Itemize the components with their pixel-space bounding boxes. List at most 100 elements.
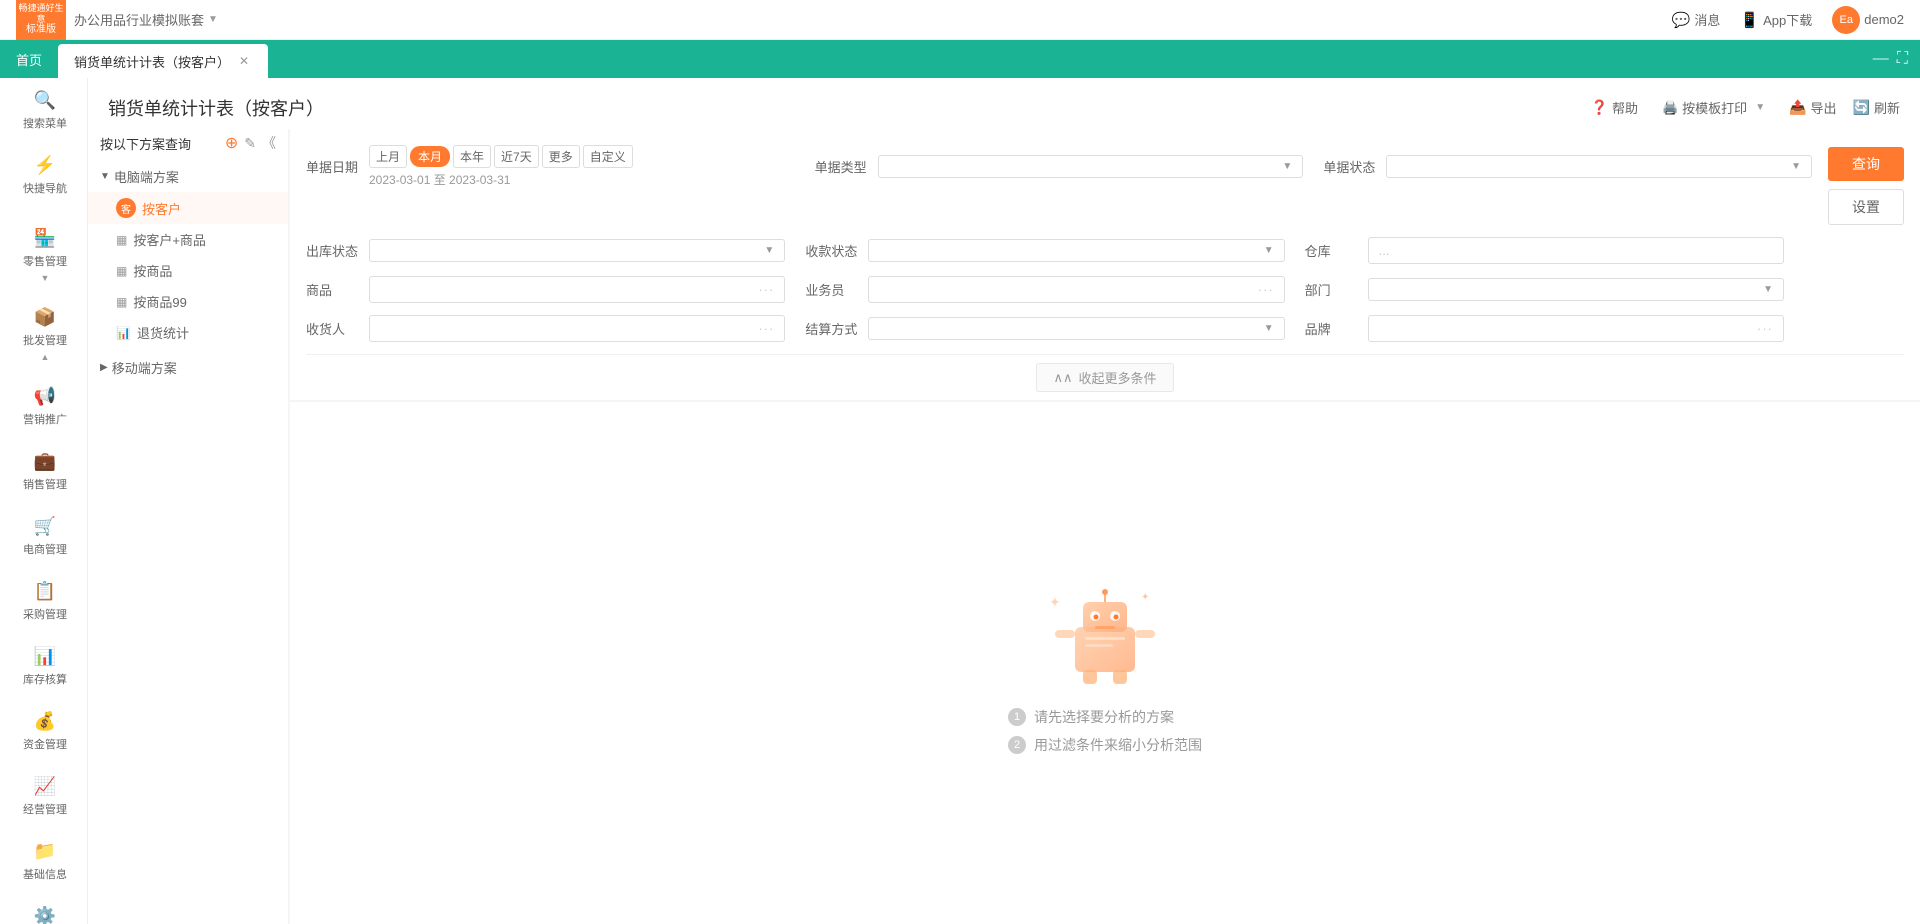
desktop-section-label: 电脑端方案: [114, 167, 179, 186]
by-goods-99-label: 按商品99: [133, 292, 186, 311]
scheme-section-desktop-title[interactable]: ▼ 电脑端方案: [88, 161, 288, 192]
tab-minimize-icon[interactable]: —: [1873, 50, 1889, 68]
receipt-status-label: 收款状态: [805, 241, 860, 260]
scheme-item-return-stat[interactable]: 📊 退货统计: [88, 317, 288, 348]
query-button[interactable]: 查询: [1828, 147, 1904, 181]
scheme-section-mobile-title[interactable]: ▶ 移动端方案: [88, 352, 288, 383]
empty-state: ✦ ✦ 1 请先选择要分析的方案 2 用过滤条件来缩小分析范围: [290, 402, 1920, 924]
filter-cell-brand: 品牌 ···: [1305, 315, 1784, 342]
receiver-control[interactable]: ···: [369, 315, 785, 342]
shortcut-custom[interactable]: 自定义: [583, 145, 633, 168]
user-profile[interactable]: Ea demo2: [1832, 6, 1904, 34]
sidebar-item-basic[interactable]: 📁 基础信息: [0, 829, 87, 894]
filter-cell-warehouse: 仓库 ...: [1305, 237, 1784, 264]
tab-sales-stat[interactable]: 销货单统计计表（按客户） ✕: [58, 44, 268, 78]
receipt-status-control[interactable]: ▼: [868, 239, 1284, 262]
doc-type-control[interactable]: ▼: [878, 155, 1304, 178]
message-label: 消息: [1694, 10, 1720, 29]
sidebar-item-search-menu[interactable]: 🔍 搜索菜单: [0, 78, 87, 143]
date-picker-group: 上月 本月 本年 近7天 更多 自定义 2023-03-01 至 2023-03…: [369, 145, 633, 188]
goods-control[interactable]: ···: [369, 276, 785, 303]
help-btn[interactable]: ❓ 帮助: [1591, 98, 1638, 117]
desktop-section-arrow: ▼: [100, 171, 110, 182]
receiver-label: 收货人: [306, 319, 361, 338]
export-btn[interactable]: 📤 导出: [1789, 98, 1836, 117]
dept-control[interactable]: ▼: [1368, 278, 1784, 301]
warehouse-control[interactable]: ...: [1368, 237, 1784, 264]
purchase-icon: 📋: [34, 581, 56, 602]
scheme-item-by-customer[interactable]: 客 按客户: [88, 192, 288, 224]
avatar: Ea: [1832, 6, 1860, 34]
scheme-item-by-customer-goods[interactable]: ▦ 按客户+商品: [88, 224, 288, 255]
tab-expand-icon[interactable]: ⛶: [1897, 50, 1908, 68]
sidebar-item-retail[interactable]: 🏪 零售管理 ▼: [0, 216, 87, 295]
sidebar-item-marketing[interactable]: 📢 营销推广: [0, 374, 87, 439]
settlement-label: 结算方式: [805, 319, 860, 338]
settlement-control[interactable]: ▼: [868, 317, 1284, 340]
filter-row-1-fields: 单据日期 上月 本月 本年 近7天 更多 自定义: [306, 145, 1812, 188]
scheme-item-by-goods[interactable]: ▦ 按商品: [88, 255, 288, 286]
user-name: demo2: [1864, 12, 1904, 27]
staff-control[interactable]: ···: [868, 276, 1284, 303]
empty-illustration: ✦ ✦: [1045, 572, 1165, 695]
sidebar-item-ops[interactable]: 📈 经营管理: [0, 764, 87, 829]
doc-status-label: 单据状态: [1323, 157, 1378, 176]
app-download-btn[interactable]: 📱 App下载: [1740, 10, 1812, 29]
logo[interactable]: 畅捷通好生意 标准版: [16, 0, 66, 40]
refresh-btn[interactable]: 🔄 刷新: [1853, 98, 1900, 117]
inventory-icon: 📊: [34, 646, 56, 667]
sidebar-item-quick-nav[interactable]: ⚡ 快捷导航: [0, 143, 87, 208]
warehouse-label: 仓库: [1305, 241, 1360, 260]
return-stat-icon: 📊: [116, 326, 131, 340]
scheme-section-mobile: ▶ 移动端方案: [88, 352, 288, 383]
collapse-btn[interactable]: ∧∧ 收起更多条件: [1036, 363, 1173, 392]
edit-scheme-icon[interactable]: ✎: [244, 135, 256, 152]
marketing-icon: 📢: [34, 386, 56, 407]
filter-row-4: 收货人 ··· 结算方式 ▼: [306, 315, 1904, 342]
main-layout: 🔍 搜索菜单 ⚡ 快捷导航 🏪 零售管理 ▼ 📦 批发管理 ▲ 📢 营销推广 💼…: [0, 78, 1920, 924]
quick-nav-label: 快捷导航: [23, 180, 67, 196]
add-scheme-icon[interactable]: ⊕: [225, 133, 238, 153]
settings-button[interactable]: 设置: [1828, 189, 1904, 225]
print-dropdown-icon[interactable]: ▼: [1755, 102, 1765, 113]
brand-control[interactable]: ···: [1368, 315, 1784, 342]
dropdown-arrow-icon: ▼: [208, 14, 218, 25]
doc-status-control[interactable]: ▼: [1386, 155, 1812, 178]
sidebar-item-inventory[interactable]: 📊 库存核算: [0, 634, 87, 699]
filter-row-3: 商品 ··· 业务员 ··· 部门: [306, 276, 1904, 303]
print-label: 按模板打印: [1682, 98, 1747, 117]
app-title-dropdown[interactable]: 办公用品行业模拟账套 ▼: [74, 10, 218, 29]
search-menu-icon: 🔍: [34, 90, 56, 111]
tip-text-2: 用过滤条件来缩小分析范围: [1034, 735, 1202, 755]
sidebar-item-wholesale[interactable]: 📦 批发管理 ▲: [0, 295, 87, 374]
ship-status-label: 出库状态: [306, 241, 361, 260]
tab-close-icon[interactable]: ✕: [236, 53, 252, 69]
export-label: 导出: [1811, 98, 1837, 117]
tip-text-1: 请先选择要分析的方案: [1034, 707, 1174, 727]
filter-cell-doc-type: 单据类型 ▼: [815, 145, 1304, 188]
print-btn[interactable]: 🖨️ 按模板打印 ▼: [1654, 94, 1773, 121]
sidebar-item-purchase[interactable]: 📋 采购管理: [0, 569, 87, 634]
shortcut-this-month[interactable]: 本月: [410, 146, 450, 167]
scheme-item-by-goods-99[interactable]: ▦ 按商品99: [88, 286, 288, 317]
sidebar-item-ecommerce[interactable]: 🛒 电商管理: [0, 504, 87, 569]
sidebar-item-finance[interactable]: 💰 资金管理: [0, 699, 87, 764]
return-stat-label: 退货统计: [137, 323, 189, 342]
shortcut-more[interactable]: 更多: [542, 145, 580, 168]
collapse-scheme-icon[interactable]: 《: [262, 133, 276, 153]
ops-icon: 📈: [34, 776, 56, 797]
tab-home[interactable]: 首页: [0, 40, 58, 78]
print-icon: 🖨️: [1662, 100, 1678, 116]
shortcut-last-month[interactable]: 上月: [369, 145, 407, 168]
shortcut-7days[interactable]: 近7天: [494, 145, 539, 168]
right-action-group: 查询 设置: [1828, 145, 1904, 225]
filter-cell-staff: 业务员 ···: [805, 276, 1284, 303]
ship-status-control[interactable]: ▼: [369, 239, 785, 262]
filter-grid-row1: 单据日期 上月 本月 本年 近7天 更多 自定义: [306, 145, 1812, 188]
shortcut-this-year[interactable]: 本年: [453, 145, 491, 168]
filter-row-2: 出库状态 ▼ 收款状态 ▼: [306, 237, 1904, 264]
sidebar-item-system[interactable]: ⚙️ 系统管理: [0, 894, 87, 924]
date-shortcuts: 上月 本月 本年 近7天 更多 自定义: [369, 145, 633, 168]
message-btn[interactable]: 💬 消息: [1672, 10, 1721, 29]
sidebar-item-sales[interactable]: 💼 销售管理: [0, 439, 87, 504]
